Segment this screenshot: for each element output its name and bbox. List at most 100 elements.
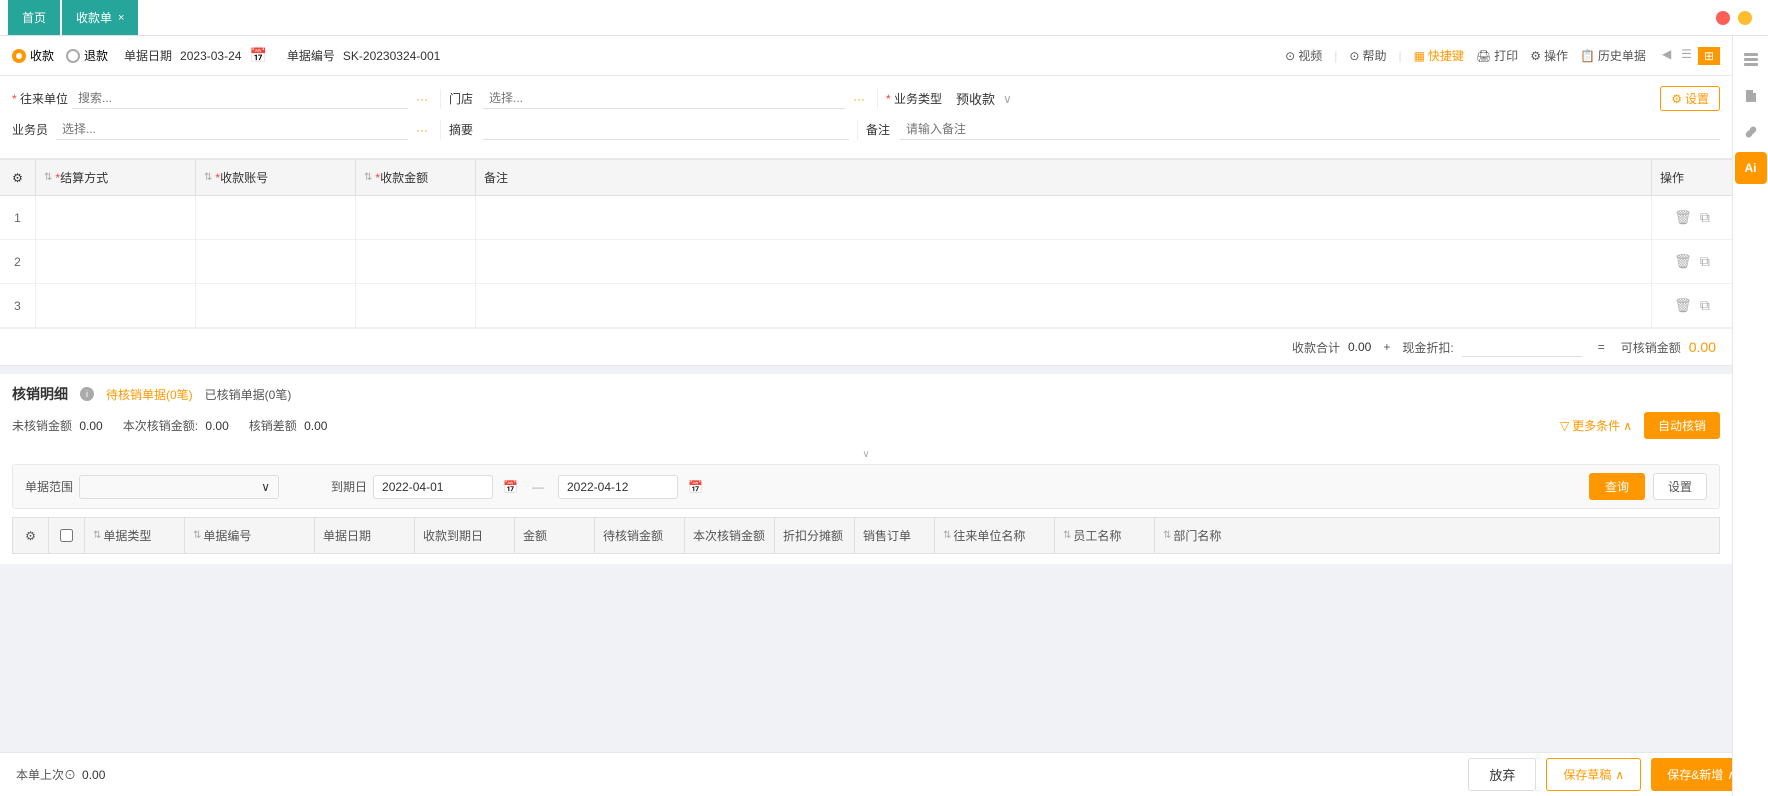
store-input[interactable]: [483, 88, 845, 109]
save-draft-btn[interactable]: 保存草稿 ∧: [1546, 758, 1641, 791]
history-btn[interactable]: 📋 历史单据: [1580, 47, 1646, 64]
discard-btn[interactable]: 放弃: [1468, 758, 1536, 791]
copy-icon-2[interactable]: ⧉: [1700, 253, 1710, 270]
discount-input[interactable]: [1462, 337, 1582, 357]
info-icon[interactable]: i: [80, 387, 94, 401]
calendar-from-icon[interactable]: 📅: [503, 480, 518, 494]
radio-receipt[interactable]: 收款: [12, 47, 54, 64]
th-settle-sort[interactable]: ⇅: [44, 172, 52, 183]
view-list-icon[interactable]: ☰: [1677, 47, 1696, 65]
sidebar-doc-icon[interactable]: [1735, 80, 1767, 112]
equals-sign: =: [1598, 340, 1605, 354]
td-settle-3[interactable]: [36, 284, 196, 327]
td-remark-3[interactable]: [476, 284, 1652, 327]
date-to-input[interactable]: [558, 475, 678, 499]
tab-home[interactable]: 首页: [8, 0, 60, 35]
bth-type-sort[interactable]: ⇅: [93, 530, 101, 541]
bth-type: ⇅ 单据类型: [85, 518, 185, 553]
diff-label: 核销差额: [249, 419, 297, 433]
win-close-btn[interactable]: [1716, 11, 1730, 25]
th-op-label: 操作: [1660, 169, 1684, 186]
radio-refund[interactable]: 退款: [66, 47, 108, 64]
video-label: 视频: [1298, 47, 1322, 64]
td-amount-2[interactable]: [356, 240, 476, 283]
help-label: 帮助: [1362, 47, 1386, 64]
th-amount-sort[interactable]: ⇅: [364, 172, 372, 183]
bth-dept-sort[interactable]: ⇅: [1163, 530, 1171, 541]
th-remark-label: 备注: [484, 169, 508, 186]
footer: 本单上次⊙ 0.00 放弃 保存草稿 ∧ 保存&新增 ∧: [0, 752, 1768, 796]
summary-input[interactable]: [483, 119, 849, 140]
tab-receipt[interactable]: 收款单 ×: [62, 0, 138, 35]
radio-receipt-dot: [12, 49, 26, 63]
select-all-checkbox[interactable]: [60, 529, 73, 542]
sidebar-link-icon[interactable]: [1735, 116, 1767, 148]
td-amount-1[interactable]: [356, 196, 476, 239]
bill-range-field: 单据范围 ∨: [25, 475, 279, 499]
note-label: 备注: [866, 121, 896, 138]
net-value: 0.00: [1689, 339, 1716, 355]
td-remark-1[interactable]: [476, 196, 1652, 239]
copy-icon-1[interactable]: ⧉: [1700, 209, 1710, 226]
bth-billno-sort[interactable]: ⇅: [193, 530, 201, 541]
auto-writeoff-btn[interactable]: 自动核销: [1644, 412, 1720, 439]
tab-close-icon[interactable]: ×: [118, 12, 124, 24]
filter-settings-btn[interactable]: 设置: [1653, 473, 1707, 500]
view-prev-icon[interactable]: ◀: [1658, 47, 1675, 65]
type-arrow-icon[interactable]: ∨: [1003, 92, 1012, 106]
salesperson-more-icon[interactable]: ···: [412, 123, 432, 137]
partner-more-icon[interactable]: ···: [412, 92, 432, 106]
delete-icon-1[interactable]: 🗑: [1674, 209, 1692, 226]
more-conditions-btn[interactable]: ▽ 更多条件 ∧: [1560, 417, 1632, 434]
sidebar-ai-icon[interactable]: Ai: [1735, 152, 1767, 184]
partner-label: * 往来单位: [12, 90, 68, 107]
delete-icon-3[interactable]: 🗑: [1674, 297, 1692, 314]
view-grid-icon[interactable]: ⊞: [1698, 47, 1720, 65]
calendar-icon[interactable]: 📅: [249, 47, 266, 64]
delete-icon-2[interactable]: 🗑: [1674, 253, 1692, 270]
th-account-sort[interactable]: ⇅: [204, 172, 212, 183]
bth-partner-sort[interactable]: ⇅: [943, 530, 951, 541]
copy-icon-3[interactable]: ⧉: [1700, 297, 1710, 314]
td-settle-1[interactable]: [36, 196, 196, 239]
td-account-1[interactable]: [196, 196, 356, 239]
td-account-3[interactable]: [196, 284, 356, 327]
divider3: [440, 120, 441, 140]
td-account-2[interactable]: [196, 240, 356, 283]
bth-discount-label: 折扣分摊额: [783, 527, 843, 544]
td-settle-2[interactable]: [36, 240, 196, 283]
video-btn[interactable]: ⊙ 视频: [1285, 47, 1322, 64]
form-row-2: 业务员 ··· 摘要 备注: [12, 119, 1720, 140]
td-remark-2[interactable]: [476, 240, 1652, 283]
salesperson-input[interactable]: [56, 119, 408, 140]
table-border-bottom: [12, 553, 1720, 554]
radio-refund-dot: [66, 49, 80, 63]
print-btn[interactable]: 🖨 打印: [1476, 47, 1518, 64]
save-draft-arrow-icon: ∧: [1615, 768, 1624, 782]
calendar-to-icon[interactable]: 📅: [688, 480, 703, 494]
settings-btn[interactable]: ⚙ 设置: [1660, 86, 1720, 111]
dropdown-arrow-icon: ∨: [261, 480, 270, 494]
pending-tab[interactable]: 待核销单据(0笔): [106, 386, 193, 403]
note-input[interactable]: [900, 119, 1720, 140]
sidebar-table-icon[interactable]: [1735, 44, 1767, 76]
partner-input[interactable]: [72, 88, 408, 109]
td-amount-3[interactable]: [356, 284, 476, 327]
help-btn[interactable]: ⊙ 帮助: [1349, 47, 1386, 64]
date-from-input[interactable]: [373, 475, 493, 499]
bth-gear[interactable]: ⚙: [13, 518, 49, 553]
query-btn[interactable]: 查询: [1589, 473, 1645, 500]
thistime-label: 本次核销金额:: [123, 419, 198, 433]
sidebar: Ai: [1732, 36, 1768, 796]
th-gear[interactable]: ⚙: [0, 160, 36, 195]
store-more-icon[interactable]: ···: [849, 92, 869, 106]
done-tab[interactable]: 已核销单据(0笔): [205, 386, 292, 403]
bth-staff-sort[interactable]: ⇅: [1063, 530, 1071, 541]
shortcut-btn[interactable]: ▦ 快捷键: [1414, 47, 1464, 64]
bth-check[interactable]: [49, 518, 85, 553]
shortcut-icon: ▦: [1414, 49, 1425, 63]
section-header: 核销明细 i 待核销单据(0笔) 已核销单据(0笔): [12, 384, 1720, 404]
operation-btn[interactable]: ⚙ 操作: [1530, 47, 1568, 64]
win-min-btn[interactable]: [1738, 11, 1752, 25]
bill-range-select[interactable]: ∨: [79, 475, 279, 499]
